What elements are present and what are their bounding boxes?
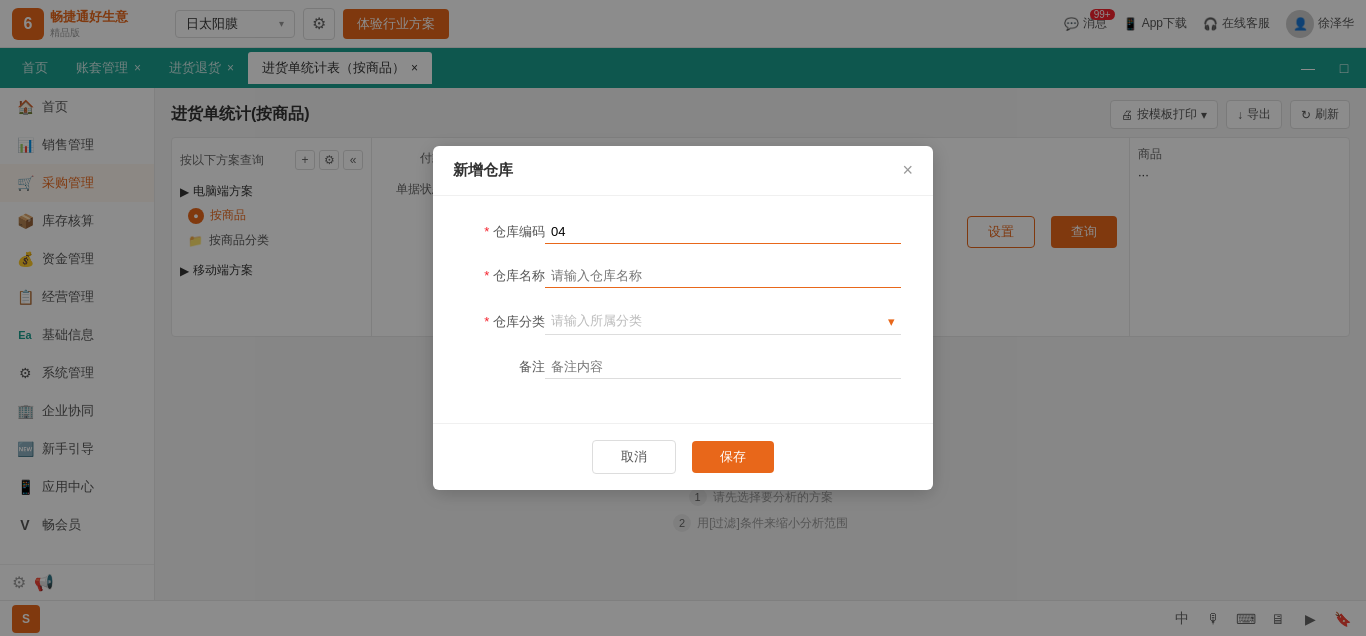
modal-close-button[interactable]: ×: [902, 160, 913, 181]
modal-footer: 取消 保存: [433, 423, 933, 490]
form-row-code: 仓库编码: [465, 220, 901, 244]
save-button[interactable]: 保存: [692, 441, 774, 473]
remark-input[interactable]: [545, 355, 901, 379]
name-label: 仓库名称: [465, 267, 545, 285]
warehouse-code-input[interactable]: [545, 220, 901, 244]
form-row-name: 仓库名称: [465, 264, 901, 288]
modal-body: 仓库编码 仓库名称 仓库分类 请输入所属分类 ▾ 备注: [433, 196, 933, 423]
new-warehouse-modal: 新增仓库 × 仓库编码 仓库名称 仓库分类 请输入所属分类 ▾: [433, 146, 933, 490]
category-label: 仓库分类: [465, 313, 545, 331]
category-placeholder: 请输入所属分类: [551, 312, 642, 330]
warehouse-name-input[interactable]: [545, 264, 901, 288]
modal-header: 新增仓库 ×: [433, 146, 933, 196]
cancel-button[interactable]: 取消: [592, 440, 676, 474]
modal-overlay: 新增仓库 × 仓库编码 仓库名称 仓库分类 请输入所属分类 ▾: [0, 0, 1366, 636]
form-row-category: 仓库分类 请输入所属分类 ▾: [465, 308, 901, 335]
form-row-remark: 备注: [465, 355, 901, 379]
modal-title: 新增仓库: [453, 161, 513, 180]
category-dropdown-arrow: ▾: [888, 314, 895, 329]
warehouse-category-select[interactable]: 请输入所属分类 ▾: [545, 308, 901, 335]
code-label: 仓库编码: [465, 223, 545, 241]
remark-label: 备注: [465, 358, 545, 376]
